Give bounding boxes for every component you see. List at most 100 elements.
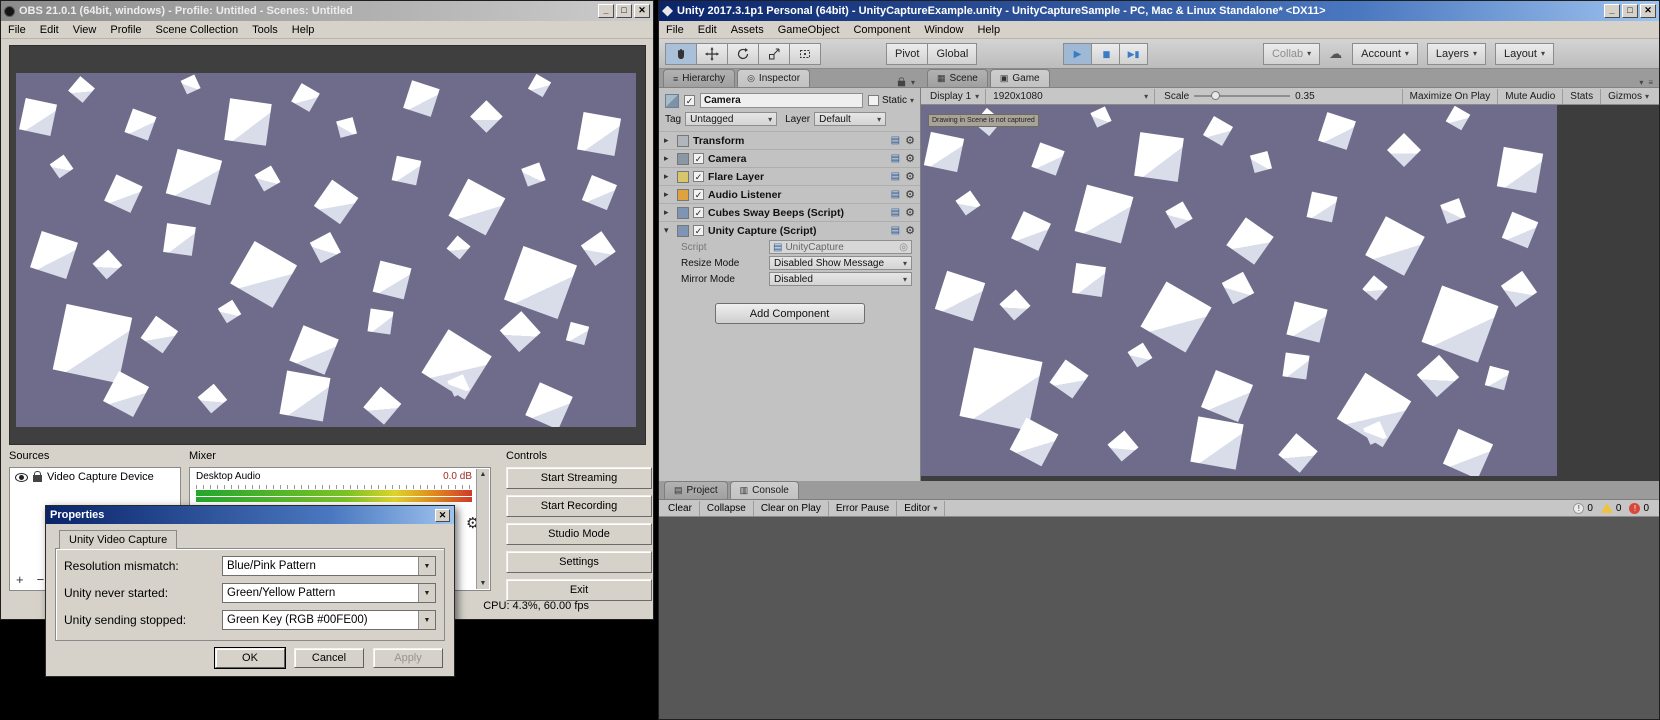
obs-menu-file[interactable]: File [1, 22, 33, 38]
obs-minimize-button[interactable]: _ [598, 4, 614, 18]
gear-icon[interactable]: ⚙ [905, 134, 915, 147]
console-warning-count[interactable]: 0 [1601, 503, 1622, 514]
account-button[interactable]: Account▾ [1352, 43, 1418, 65]
remove-source-button[interactable]: − [37, 572, 45, 587]
tab-hierarchy[interactable]: ≡Hierarchy [663, 69, 735, 87]
add-source-button[interactable]: + [16, 572, 24, 587]
static-toggle[interactable]: Static ▾ [868, 95, 914, 106]
unity-menu-file[interactable]: File [659, 22, 691, 38]
add-component-button[interactable]: Add Component [715, 303, 865, 324]
component-enabled-checkbox[interactable]: ✓ [693, 225, 704, 236]
dialog-resolution-mismatch-dropdown[interactable]: Blue/Pink Pattern▼ [222, 556, 436, 576]
dialog-tab-unity-video-capture[interactable]: Unity Video Capture [59, 530, 177, 549]
obs-close-button[interactable]: ✕ [634, 4, 650, 18]
expand-icon[interactable]: ▸ [664, 189, 673, 200]
panel-menu-icon[interactable]: ▾ [911, 78, 915, 87]
object-picker-icon[interactable]: ◎ [899, 242, 908, 253]
game-gizmos-button[interactable]: Gizmos▾ [1600, 89, 1656, 104]
obs-menu-help[interactable]: Help [285, 22, 322, 38]
panel-menu-icon[interactable]: ▾ [1639, 78, 1643, 87]
layout-button[interactable]: Layout▾ [1495, 43, 1554, 65]
unity-menu-help[interactable]: Help [970, 22, 1007, 38]
obs-start-recording-button[interactable]: Start Recording [506, 495, 652, 517]
game-stats-button[interactable]: Stats [1562, 89, 1600, 104]
unity-close-button[interactable]: ✕ [1640, 4, 1656, 18]
obs-menu-tools[interactable]: Tools [245, 22, 285, 38]
cloud-icon[interactable]: ☁ [1329, 46, 1342, 62]
expand-icon[interactable]: ▸ [664, 207, 673, 218]
obs-menu-profile[interactable]: Profile [103, 22, 148, 38]
component-unity-capture-script[interactable]: ▾✓Unity Capture (Script)▤⚙ [659, 221, 920, 239]
console-editor-button[interactable]: Editor▾ [897, 501, 945, 516]
static-checkbox[interactable] [868, 95, 879, 106]
tab-project[interactable]: ▤Project [664, 481, 728, 499]
scroll-down-icon[interactable]: ▼ [480, 580, 487, 587]
dialog-unity-never-started-dropdown[interactable]: Green/Yellow Pattern▼ [222, 583, 436, 603]
collapse-icon[interactable]: ▾ [664, 225, 673, 236]
component-cubes-sway-beeps-script[interactable]: ▸✓Cubes Sway Beeps (Script)▤⚙ [659, 203, 920, 221]
dropdown-arrow-icon[interactable]: ▼ [418, 557, 435, 575]
layers-button[interactable]: Layers▾ [1427, 43, 1486, 65]
obs-maximize-button[interactable]: □ [616, 4, 632, 18]
unity-maximize-button[interactable]: □ [1622, 4, 1638, 18]
panel-list-icon[interactable]: ≡ [1648, 78, 1653, 87]
gear-icon[interactable]: ⚙ [905, 188, 915, 201]
dialog-titlebar[interactable]: Properties ✕ [46, 506, 454, 524]
gameobject-active-checkbox[interactable]: ✓ [684, 95, 695, 106]
move-tool-button[interactable] [696, 43, 728, 65]
game-render-surface[interactable]: Drawing in Scene is not captured [921, 105, 1557, 476]
component-transform[interactable]: ▸Transform▤⚙ [659, 131, 920, 149]
obs-menu-edit[interactable]: Edit [33, 22, 66, 38]
dialog-apply-button[interactable]: Apply [373, 648, 443, 668]
inspector-lock-icon[interactable] [898, 81, 905, 87]
rect-tool-button[interactable] [789, 43, 821, 65]
mixer-scrollbar[interactable]: ▲ ▼ [476, 469, 489, 589]
console-error-pause-button[interactable]: Error Pause [829, 501, 897, 516]
dialog-cancel-button[interactable]: Cancel [294, 648, 364, 668]
console-info-count[interactable]: !0 [1573, 503, 1593, 514]
component-enabled-checkbox[interactable]: ✓ [693, 171, 704, 182]
tab-scene[interactable]: ▦Scene [927, 69, 988, 87]
obs-video-preview[interactable] [16, 73, 636, 427]
unity-menu-assets[interactable]: Assets [724, 22, 771, 38]
unity-menu-window[interactable]: Window [917, 22, 970, 38]
dialog-unity-sending-stopped-dropdown[interactable]: Green Key (RGB #00FE00)▼ [222, 610, 436, 630]
pivot-toggle-button[interactable]: Pivot [886, 43, 928, 65]
display-dropdown[interactable]: Display 1▾ [924, 89, 986, 104]
game-maximize-on-play-button[interactable]: Maximize On Play [1402, 89, 1498, 104]
dropdown-arrow-icon[interactable]: ▼ [418, 611, 435, 629]
gear-icon[interactable]: ⚙ [905, 152, 915, 165]
source-item-video-capture-device[interactable]: Video Capture Device [10, 468, 180, 486]
console-collapse-button[interactable]: Collapse [700, 501, 754, 516]
step-button[interactable]: ▶▮ [1119, 43, 1148, 65]
unity-menu-edit[interactable]: Edit [691, 22, 724, 38]
obs-settings-button[interactable]: Settings [506, 551, 652, 573]
visibility-eye-icon[interactable] [15, 473, 28, 482]
script-object-field[interactable]: ▤ UnityCapture ◎ [769, 240, 912, 254]
help-icon[interactable]: ▤ [891, 135, 900, 146]
help-icon[interactable]: ▤ [891, 207, 900, 218]
obs-menu-view[interactable]: View [66, 22, 104, 38]
resize-mode-dropdown[interactable]: Disabled Show Message▾ [769, 256, 912, 270]
console-log-area[interactable] [659, 517, 1659, 719]
scale-slider-knob[interactable] [1211, 91, 1220, 100]
dialog-close-button[interactable]: ✕ [435, 509, 450, 522]
rotate-tool-button[interactable] [727, 43, 759, 65]
tab-game[interactable]: ▣Game [990, 69, 1050, 87]
resolution-dropdown[interactable]: 1920x1080▾ [987, 89, 1155, 104]
collab-button[interactable]: Collab▾ [1263, 43, 1320, 65]
expand-icon[interactable]: ▸ [664, 135, 673, 146]
play-button[interactable]: ▶ [1063, 43, 1092, 65]
obs-start-streaming-button[interactable]: Start Streaming [506, 467, 652, 489]
expand-icon[interactable]: ▸ [664, 153, 673, 164]
console-clear-button[interactable]: Clear [661, 501, 700, 516]
unity-menu-component[interactable]: Component [846, 22, 917, 38]
mirror-mode-dropdown[interactable]: Disabled▾ [769, 272, 912, 286]
game-mute-audio-button[interactable]: Mute Audio [1497, 89, 1562, 104]
help-icon[interactable]: ▤ [891, 189, 900, 200]
scale-slider[interactable] [1194, 95, 1290, 97]
dropdown-arrow-icon[interactable]: ▼ [418, 584, 435, 602]
console-clear-on-play-button[interactable]: Clear on Play [754, 501, 829, 516]
hand-tool-button[interactable] [665, 43, 697, 65]
obs-menu-scene-collection[interactable]: Scene Collection [149, 22, 246, 38]
